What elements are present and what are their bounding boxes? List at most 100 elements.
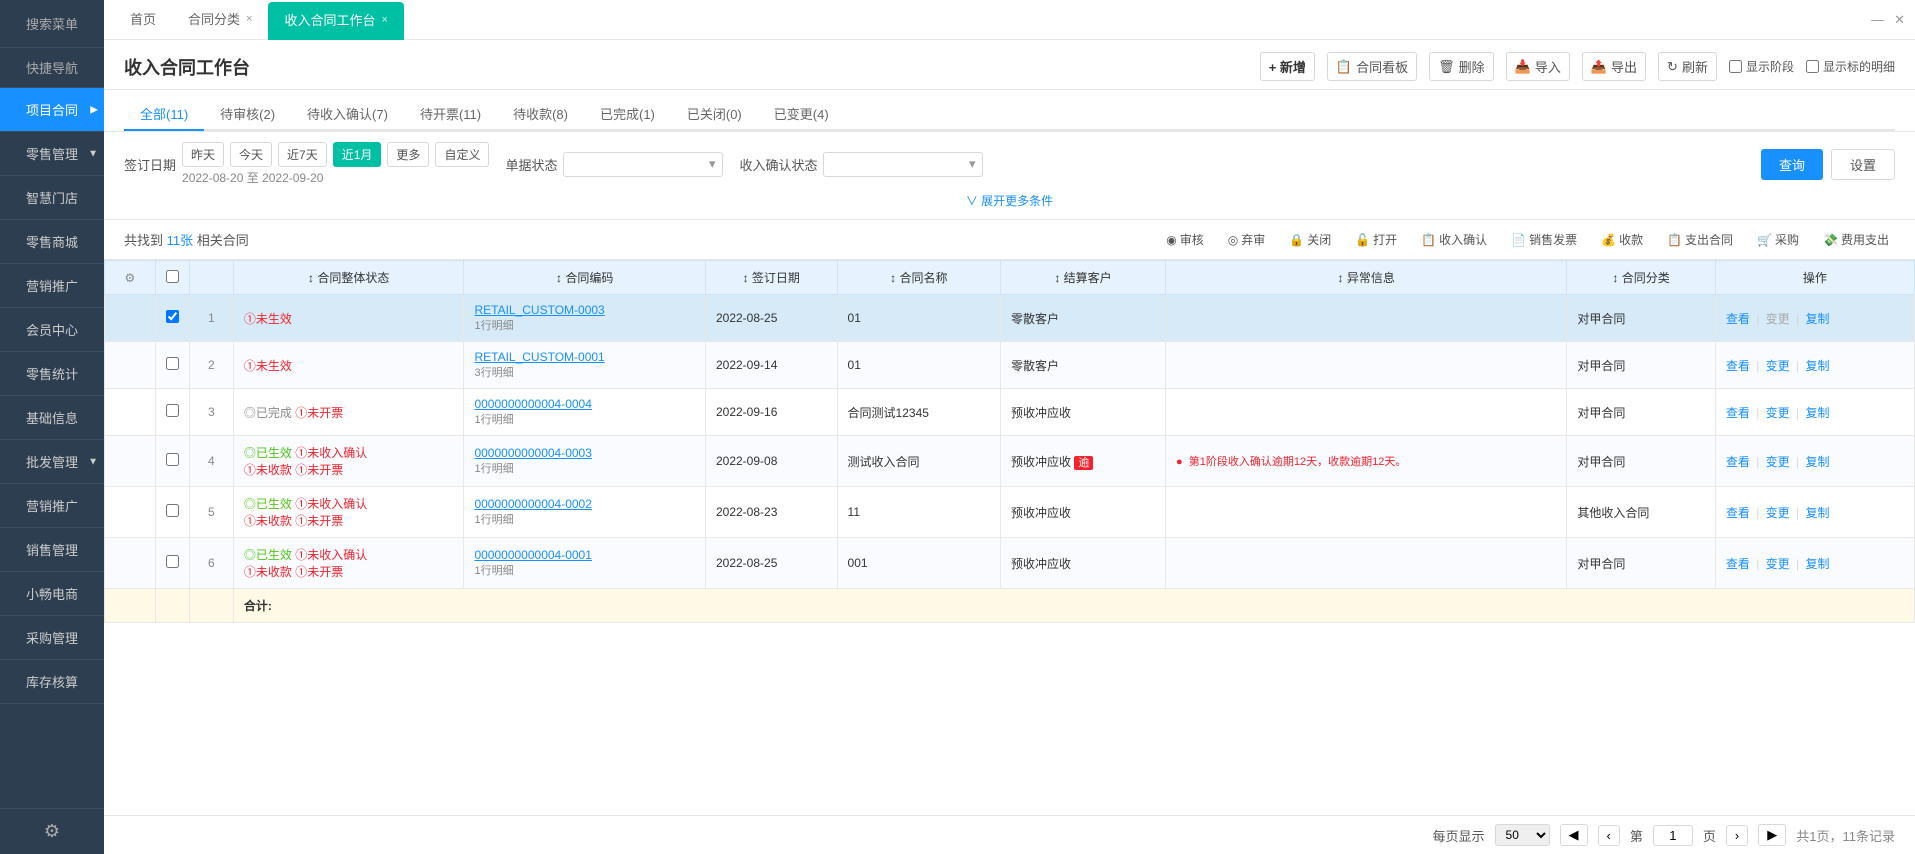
last-page-button[interactable]: ▶ — [1758, 824, 1786, 846]
row6-op-copy[interactable]: 复制 — [1806, 557, 1830, 571]
row1-op-copy[interactable]: 复制 — [1806, 312, 1830, 326]
select-all-checkbox[interactable] — [166, 270, 179, 283]
sidebar-item-project[interactable]: 项目合同 — [0, 88, 104, 132]
purchase-button[interactable]: 🛒 采购 — [1751, 228, 1805, 251]
col-header-name[interactable]: ↕ 合同名称 — [837, 261, 1000, 295]
row6-code-link[interactable]: 0000000000004-0001 — [474, 548, 591, 562]
filter-tab-pending-receive[interactable]: 待收款(8) — [497, 98, 584, 131]
page-input[interactable] — [1653, 825, 1693, 846]
row1-code-link[interactable]: RETAIL_CUSTOM-0003 — [474, 303, 604, 317]
filter-tab-changed[interactable]: 已变更(4) — [758, 98, 845, 131]
sidebar-item-purchase[interactable]: 采购管理 — [0, 616, 104, 660]
row3-op-view[interactable]: 查看 — [1726, 406, 1750, 420]
row2-op-change[interactable]: 变更 — [1766, 359, 1790, 373]
window-minimize[interactable]: — — [1871, 12, 1884, 27]
open-button[interactable]: 🔓 打开 — [1349, 228, 1403, 251]
filter-tab-closed[interactable]: 已关闭(0) — [671, 98, 758, 131]
sidebar-item-retail[interactable]: 零售管理 — [0, 132, 104, 176]
close-button[interactable]: 🔒 关闭 — [1283, 228, 1337, 251]
sidebar-settings[interactable]: ⚙ — [0, 808, 104, 854]
row2-op-copy[interactable]: 复制 — [1806, 359, 1830, 373]
sidebar-item-member[interactable]: 会员中心 — [0, 308, 104, 352]
col-header-code[interactable]: ↕ 合同编码 — [464, 261, 706, 295]
col-header-status[interactable]: ↕ 合同整体状态 — [233, 261, 464, 295]
col-header-customer[interactable]: ↕ 结算客户 — [1001, 261, 1166, 295]
tab-close-contract-category[interactable]: × — [246, 13, 252, 25]
income-confirm-button[interactable]: 📋 收入确认 — [1415, 228, 1493, 251]
row1-checkbox[interactable] — [155, 295, 189, 342]
tab-home[interactable]: 首页 — [114, 0, 172, 40]
date-last1month[interactable]: 近1月 — [333, 142, 382, 167]
next-page-button[interactable]: › — [1726, 825, 1748, 846]
sidebar-item-ecommerce[interactable]: 零售商城 — [0, 220, 104, 264]
filter-tab-all[interactable]: 全部(11) — [124, 98, 204, 131]
sidebar-item-marketing[interactable]: 营销推广 — [0, 264, 104, 308]
date-custom[interactable]: 自定义 — [435, 142, 489, 167]
row3-op-copy[interactable]: 复制 — [1806, 406, 1830, 420]
row6-checkbox[interactable] — [155, 538, 189, 589]
col-header-setting[interactable]: ⚙ — [105, 261, 156, 295]
add-button[interactable]: + 新增 — [1260, 52, 1315, 81]
sidebar-item-xiaochangec[interactable]: 小畅电商 — [0, 572, 104, 616]
col-header-error[interactable]: ↕ 异常信息 — [1166, 261, 1567, 295]
row1-op-view[interactable]: 查看 — [1726, 312, 1750, 326]
row4-op-copy[interactable]: 复制 — [1806, 455, 1830, 469]
expense-button[interactable]: 💸 费用支出 — [1817, 228, 1895, 251]
tab-close-income-workbench[interactable]: × — [381, 14, 387, 26]
import-button[interactable]: 📥 导入 — [1506, 52, 1570, 81]
refresh-button[interactable]: ↻ 刷新 — [1658, 52, 1717, 81]
filter-tab-pending-review[interactable]: 待审核(2) — [204, 98, 291, 131]
row4-op-view[interactable]: 查看 — [1726, 455, 1750, 469]
sidebar-item-stats[interactable]: 零售统计 — [0, 352, 104, 396]
row6-op-view[interactable]: 查看 — [1726, 557, 1750, 571]
row2-checkbox[interactable] — [155, 342, 189, 389]
query-button[interactable]: 查询 — [1761, 149, 1823, 180]
sidebar-nav[interactable]: 快捷导航 — [0, 48, 104, 88]
row4-checkbox[interactable] — [155, 436, 189, 487]
tab-income-workbench[interactable]: 收入合同工作台 × — [268, 2, 403, 40]
row5-code-link[interactable]: 0000000000004-0002 — [474, 497, 591, 511]
row5-op-copy[interactable]: 复制 — [1806, 506, 1830, 520]
sidebar-item-inventory[interactable]: 库存核算 — [0, 660, 104, 704]
out-contract-button[interactable]: 📋 支出合同 — [1661, 228, 1739, 251]
confirm-status-select[interactable] — [823, 152, 983, 177]
row4-code-link[interactable]: 0000000000004-0003 — [474, 446, 591, 460]
row4-op-change[interactable]: 变更 — [1766, 455, 1790, 469]
prev-page-button[interactable]: ‹ — [1598, 825, 1620, 846]
filter-tab-completed[interactable]: 已完成(1) — [584, 98, 671, 131]
col-header-checkbox[interactable] — [155, 261, 189, 295]
sales-invoice-button[interactable]: 📄 销售发票 — [1505, 228, 1583, 251]
show-marks-checkbox[interactable]: 显示标的明细 — [1806, 58, 1895, 75]
tab-contract-category[interactable]: 合同分类 × — [172, 0, 268, 40]
page-size-select[interactable]: 50 10 20 100 — [1495, 824, 1550, 846]
row2-code-link[interactable]: RETAIL_CUSTOM-0001 — [474, 350, 604, 364]
window-close[interactable]: ✕ — [1894, 12, 1905, 28]
receive-button[interactable]: 💰 收款 — [1595, 228, 1649, 251]
doc-status-select[interactable] — [563, 152, 723, 177]
date-more[interactable]: 更多 — [387, 142, 429, 167]
filter-tab-pending-confirm[interactable]: 待收入确认(7) — [291, 98, 404, 131]
row3-op-change[interactable]: 变更 — [1766, 406, 1790, 420]
sidebar-item-sales[interactable]: 销售管理 — [0, 528, 104, 572]
kanban-button[interactable]: 📋 合同看板 — [1327, 52, 1417, 81]
col-header-sign-date[interactable]: ↕ 签订日期 — [705, 261, 837, 295]
row3-code-link[interactable]: 0000000000004-0004 — [474, 397, 591, 411]
sidebar-item-wholesale[interactable]: 批发管理 — [0, 440, 104, 484]
sidebar-item-marketing2[interactable]: 营销推广 — [0, 484, 104, 528]
delete-button[interactable]: 🗑 删除 — [1429, 52, 1494, 81]
sidebar-item-smartshop[interactable]: 智慧门店 — [0, 176, 104, 220]
row5-checkbox[interactable] — [155, 487, 189, 538]
audit-button[interactable]: ◉ 审核 — [1160, 228, 1210, 251]
abandon-button[interactable]: ◎ 弃审 — [1222, 228, 1272, 251]
export-button[interactable]: 📤 导出 — [1582, 52, 1646, 81]
date-last7[interactable]: 近7天 — [278, 142, 327, 167]
col-header-category[interactable]: ↕ 合同分类 — [1567, 261, 1716, 295]
first-page-button[interactable]: ◀ — [1560, 824, 1588, 846]
sidebar-search[interactable]: 搜索菜单 — [0, 0, 104, 48]
row6-op-change[interactable]: 变更 — [1766, 557, 1790, 571]
show-fields-checkbox[interactable]: 显示阶段 — [1729, 58, 1794, 75]
date-yesterday[interactable]: 昨天 — [182, 142, 224, 167]
row5-op-view[interactable]: 查看 — [1726, 506, 1750, 520]
set-button[interactable]: 设置 — [1831, 149, 1895, 180]
sidebar-item-basic[interactable]: 基础信息 — [0, 396, 104, 440]
